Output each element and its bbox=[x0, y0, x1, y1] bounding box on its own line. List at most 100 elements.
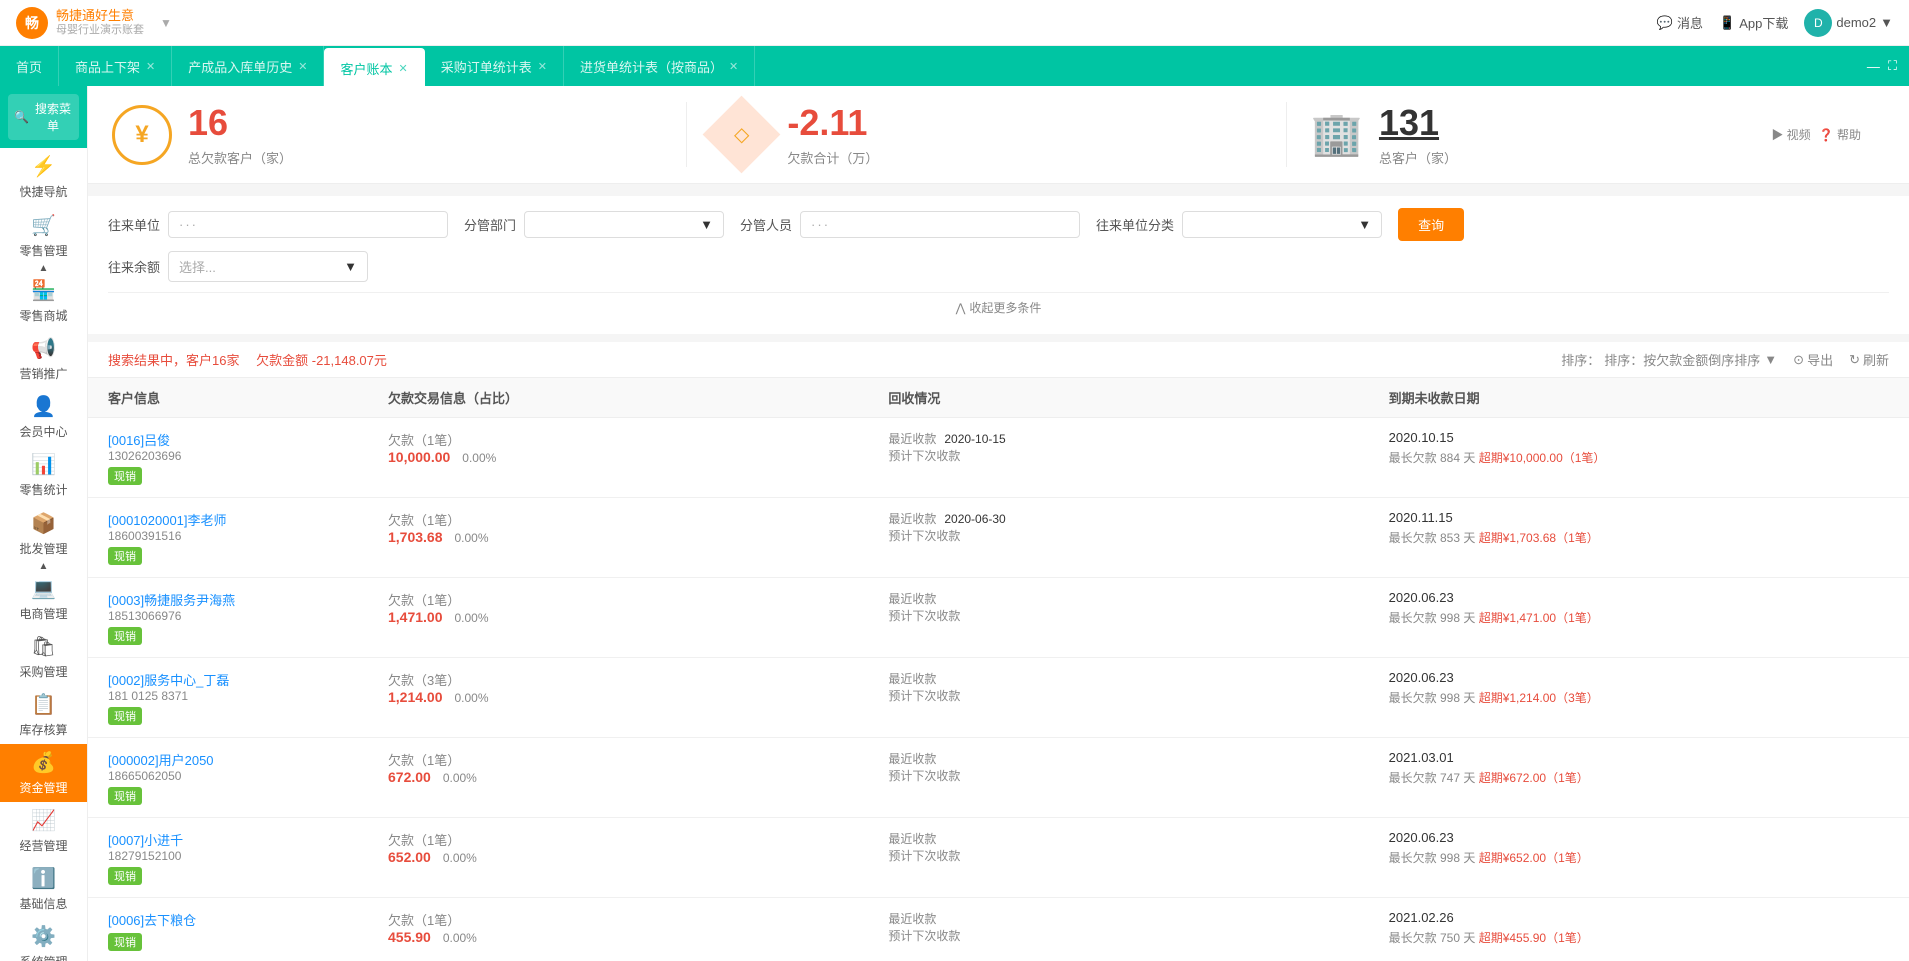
due-date-cell: 2020.06.23 最长欠款 998 天 超期¥1,214.00（3笔） bbox=[1389, 670, 1889, 706]
sidebar-item-member-center[interactable]: 👤 会员中心 bbox=[0, 388, 87, 446]
balance-select[interactable]: 选择... ▼ bbox=[168, 251, 368, 282]
col-header-debt: 欠款交易信息（占比） bbox=[388, 388, 888, 407]
tab-purchase-order[interactable]: 采购订单统计表 ✕ bbox=[425, 46, 564, 86]
customer-name-link[interactable]: [0007]小进千 bbox=[108, 830, 388, 849]
debt-info-cell: 欠款（3笔） 1,214.00 0.00% bbox=[388, 670, 888, 705]
table-row: [0001020001]李老师 18600391516 现销 欠款（1笔） 1,… bbox=[88, 498, 1909, 578]
customer-name-link[interactable]: [000002]用户2050 bbox=[108, 750, 388, 769]
sidebar-item-retail-mgmt[interactable]: 🛒 零售管理 ▲ bbox=[0, 214, 87, 272]
chevron-down-icon: ▼ bbox=[1764, 352, 1777, 367]
user-profile[interactable]: D demo2 ▼ bbox=[1804, 9, 1893, 37]
tab-bar-controls: — ⛶ bbox=[1855, 58, 1909, 74]
chevron-down-icon[interactable]: ▼ bbox=[160, 16, 172, 30]
sidebar-item-finance[interactable]: 💰 资金管理 bbox=[0, 744, 87, 802]
tab-close-icon[interactable]: ✕ bbox=[538, 60, 547, 73]
overdue-amount-link[interactable]: 超期¥1,703.68（1笔） bbox=[1479, 531, 1599, 545]
sidebar-item-wholesale-mgmt[interactable]: 📦 批发管理 ▲ bbox=[0, 512, 87, 570]
due-date-cell: 2021.03.01 最长欠款 747 天 超期¥672.00（1笔） bbox=[1389, 750, 1889, 786]
sidebar-item-marketing[interactable]: 📢 营销推广 bbox=[0, 330, 87, 388]
debt-info-cell: 欠款（1笔） 1,703.68 0.00% bbox=[388, 510, 888, 545]
due-date-cell: 2020.06.23 最长欠款 998 天 超期¥1,471.00（1笔） bbox=[1389, 590, 1889, 626]
overdue-amount-link[interactable]: 超期¥1,471.00（1笔） bbox=[1479, 611, 1599, 625]
sidebar-item-purchase[interactable]: 🛍 采购管理 bbox=[0, 628, 87, 686]
customer-phone: 18513066976 bbox=[108, 609, 388, 623]
refresh-button[interactable]: ↻ 刷新 bbox=[1849, 350, 1889, 369]
tab-purchase-stats[interactable]: 进货单统计表（按商品） ✕ bbox=[564, 46, 755, 86]
manager-input[interactable]: ··· bbox=[800, 211, 1080, 238]
due-date-cell: 2020.06.23 最长欠款 998 天 超期¥652.00（1笔） bbox=[1389, 830, 1889, 866]
download-icon: 📱 bbox=[1719, 15, 1735, 31]
sidebar-item-ecommerce[interactable]: 💻 电商管理 bbox=[0, 570, 87, 628]
tab-product-history[interactable]: 产成品入库单历史 ✕ bbox=[172, 46, 324, 86]
customer-name-link[interactable]: [0001020001]李老师 bbox=[108, 510, 388, 529]
message-button[interactable]: 💬 消息 bbox=[1657, 13, 1703, 32]
tab-close-icon[interactable]: ✕ bbox=[399, 62, 408, 75]
video-icon[interactable]: ▶ 视频 bbox=[1771, 126, 1810, 143]
sidebar-search-area: 🔍 搜索菜单 bbox=[0, 86, 87, 148]
filter-manager: 分管人员 ··· bbox=[740, 211, 1080, 238]
wholesale-icon: 📦 bbox=[31, 511, 56, 536]
help-icon[interactable]: ❓ 帮助 bbox=[1819, 126, 1861, 143]
customer-tag: 现销 bbox=[108, 467, 142, 485]
recovery-cell: 最近收款 2020-06-30 预计下次收款 bbox=[888, 510, 1388, 544]
sidebar-item-quick-nav[interactable]: ⚡ 快捷导航 bbox=[0, 148, 87, 206]
chevron-down-icon: ▼ bbox=[344, 259, 357, 274]
collapse-button[interactable]: ⋀ 收起更多条件 bbox=[108, 292, 1889, 322]
sidebar-item-operations[interactable]: 📈 经营管理 bbox=[0, 802, 87, 860]
maximize-icon[interactable]: ⛶ bbox=[1888, 58, 1897, 74]
debt-info-cell: 欠款（1笔） 652.00 0.00% bbox=[388, 830, 888, 865]
customer-name-link[interactable]: [0006]去下粮仓 bbox=[108, 910, 388, 929]
due-date-cell: 2020.10.15 最长欠款 884 天 超期¥10,000.00（1笔） bbox=[1389, 430, 1889, 466]
sidebar-item-basic-info[interactable]: ℹ️ 基础信息 bbox=[0, 860, 87, 918]
retail-mall-icon: 🏪 bbox=[31, 278, 56, 303]
export-button[interactable]: ⊙ 导出 bbox=[1793, 350, 1833, 369]
filter-area: 往来单位 ··· 分管部门 ▼ 分管人员 ··· bbox=[88, 196, 1909, 334]
department-label: 分管部门 bbox=[464, 215, 516, 234]
recovery-cell: 最近收款 预计下次收款 bbox=[888, 750, 1388, 784]
result-bar: 搜索结果中，客户16家 欠款金额 -21,148.07元 排序： 排序：按欠款金… bbox=[88, 342, 1909, 378]
customer-name-link[interactable]: [0002]服务中心_丁磊 bbox=[108, 670, 388, 689]
customer-info-cell: [0002]服务中心_丁磊 181 0125 8371 现销 bbox=[108, 670, 388, 725]
filter-unit-category: 往来单位分类 ▼ bbox=[1096, 211, 1382, 238]
customer-info-cell: [000002]用户2050 18665062050 现销 bbox=[108, 750, 388, 805]
overdue-amount-link[interactable]: 超期¥455.90（1笔） bbox=[1479, 931, 1589, 945]
department-select[interactable]: ▼ bbox=[524, 211, 724, 238]
debt-info-cell: 欠款（1笔） 1,471.00 0.00% bbox=[388, 590, 888, 625]
tab-customer-account[interactable]: 客户账本 ✕ bbox=[324, 48, 424, 86]
sidebar-item-retail-mall[interactable]: 🏪 零售商城 bbox=[0, 272, 87, 330]
refresh-icon: ↻ bbox=[1849, 352, 1860, 368]
overdue-amount-link[interactable]: 超期¥10,000.00（1笔） bbox=[1479, 451, 1606, 465]
search-menu-button[interactable]: 🔍 搜索菜单 bbox=[8, 94, 79, 140]
unit-category-label: 往来单位分类 bbox=[1096, 215, 1174, 234]
chevron-up-icon: ⋀ bbox=[956, 301, 966, 315]
summary-cards: ¥ 16 总欠款客户（家） ◇ -2.11 欠款合计（万） bbox=[88, 86, 1909, 184]
filter-row-1: 往来单位 ··· 分管部门 ▼ 分管人员 ··· bbox=[108, 208, 1889, 241]
sidebar-item-retail-stats[interactable]: 📊 零售统计 bbox=[0, 446, 87, 504]
tab-close-icon[interactable]: ✕ bbox=[729, 60, 738, 73]
unit-category-select[interactable]: ▼ bbox=[1182, 211, 1382, 238]
customer-name-link[interactable]: [0003]畅捷服务尹海燕 bbox=[108, 590, 388, 609]
debt-amount: 652.00 bbox=[388, 849, 431, 865]
tab-close-icon[interactable]: ✕ bbox=[298, 60, 307, 73]
source-unit-input[interactable]: ··· bbox=[168, 211, 448, 238]
debt-amount: 672.00 bbox=[388, 769, 431, 785]
minimize-icon[interactable]: — bbox=[1867, 59, 1880, 74]
sidebar-item-inventory[interactable]: 📋 库存核算 bbox=[0, 686, 87, 744]
quick-nav-icon: ⚡ bbox=[31, 154, 56, 179]
customer-name-link[interactable]: [0016]吕俊 bbox=[108, 430, 388, 449]
sidebar-item-system[interactable]: ⚙️ 系统管理 bbox=[0, 918, 87, 961]
customer-info-cell: [0001020001]李老师 18600391516 现销 bbox=[108, 510, 388, 565]
balance-placeholder: 选择... bbox=[179, 257, 216, 276]
ecommerce-icon: 💻 bbox=[31, 576, 56, 601]
overdue-amount-link[interactable]: 超期¥1,214.00（3笔） bbox=[1479, 691, 1599, 705]
logo-area: 畅 畅捷通好生意 母婴行业演示账套 ▼ bbox=[16, 7, 172, 39]
query-button[interactable]: 查询 bbox=[1398, 208, 1464, 241]
tab-home[interactable]: 首页 bbox=[0, 46, 59, 86]
overdue-amount-link[interactable]: 超期¥672.00（1笔） bbox=[1479, 771, 1589, 785]
app-download-button[interactable]: 📱 App下载 bbox=[1719, 13, 1788, 32]
recovery-cell: 最近收款 预计下次收款 bbox=[888, 670, 1388, 704]
tab-product-listing[interactable]: 商品上下架 ✕ bbox=[59, 46, 172, 86]
sort-selector[interactable]: 排序： 排序：按欠款金额倒序排序 ▼ bbox=[1561, 350, 1777, 369]
tab-close-icon[interactable]: ✕ bbox=[146, 60, 155, 73]
overdue-amount-link[interactable]: 超期¥652.00（1笔） bbox=[1479, 851, 1589, 865]
